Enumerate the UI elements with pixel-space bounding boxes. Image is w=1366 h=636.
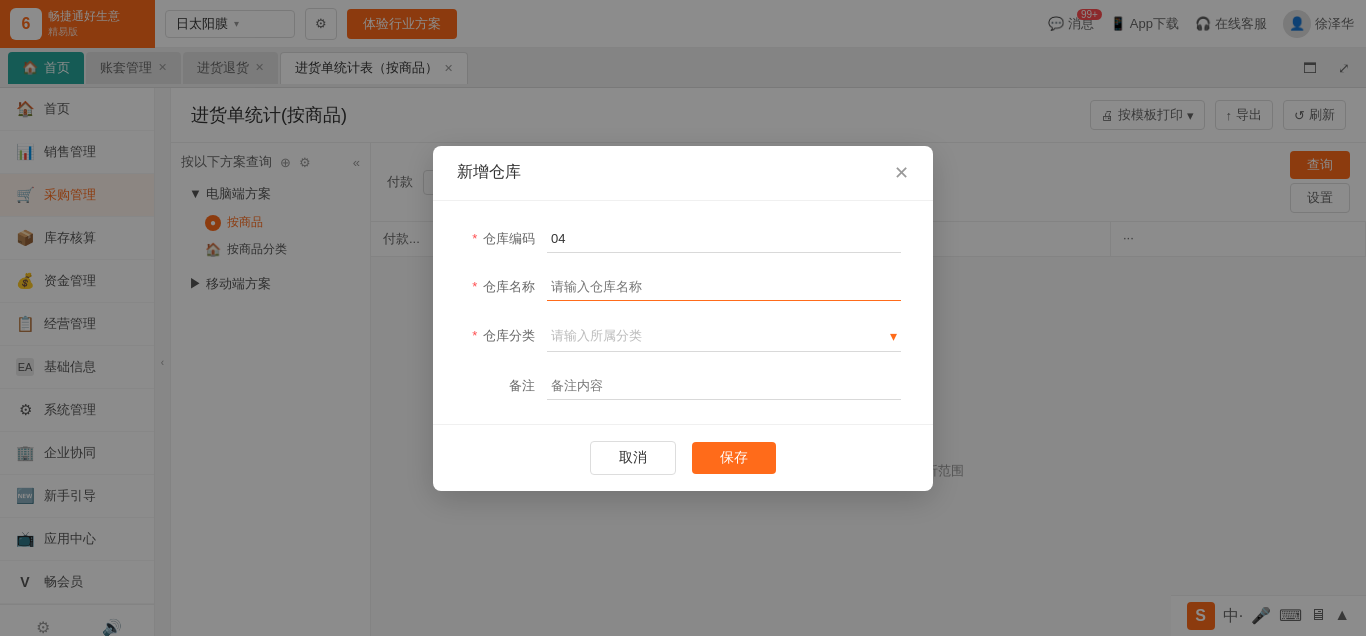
form-row-name: * 仓库名称 xyxy=(465,273,901,301)
form-label-notes: 备注 xyxy=(465,377,535,395)
required-star-category: * xyxy=(472,328,477,343)
warehouse-notes-input[interactable] xyxy=(547,372,901,400)
form-row-code: * 仓库编码 xyxy=(465,225,901,253)
dialog-footer: 取消 保存 xyxy=(433,424,933,491)
dialog-close-button[interactable]: ✕ xyxy=(894,162,909,184)
dialog-title: 新增仓库 xyxy=(457,162,521,183)
category-placeholder: 请输入所属分类 xyxy=(551,327,890,345)
warehouse-name-input[interactable] xyxy=(547,273,901,301)
form-row-category: * 仓库分类 请输入所属分类 ▾ xyxy=(465,321,901,352)
dialog-body: * 仓库编码 * 仓库名称 * 仓库分类 请输入 xyxy=(433,201,933,424)
save-button[interactable]: 保存 xyxy=(692,442,776,474)
cancel-button[interactable]: 取消 xyxy=(590,441,676,475)
warehouse-code-input[interactable] xyxy=(547,225,901,253)
form-label-code: * 仓库编码 xyxy=(465,230,535,248)
required-star-name: * xyxy=(472,279,477,294)
form-row-notes: 备注 xyxy=(465,372,901,400)
new-warehouse-dialog: 新增仓库 ✕ * 仓库编码 * 仓库名称 xyxy=(433,146,933,491)
category-arrow-icon: ▾ xyxy=(890,328,897,344)
dialog-header: 新增仓库 ✕ xyxy=(433,146,933,201)
form-label-name: * 仓库名称 xyxy=(465,278,535,296)
form-label-category: * 仓库分类 xyxy=(465,327,535,345)
modal-overlay: 新增仓库 ✕ * 仓库编码 * 仓库名称 xyxy=(0,0,1366,636)
required-star-code: * xyxy=(472,231,477,246)
warehouse-category-select[interactable]: 请输入所属分类 ▾ xyxy=(547,321,901,352)
